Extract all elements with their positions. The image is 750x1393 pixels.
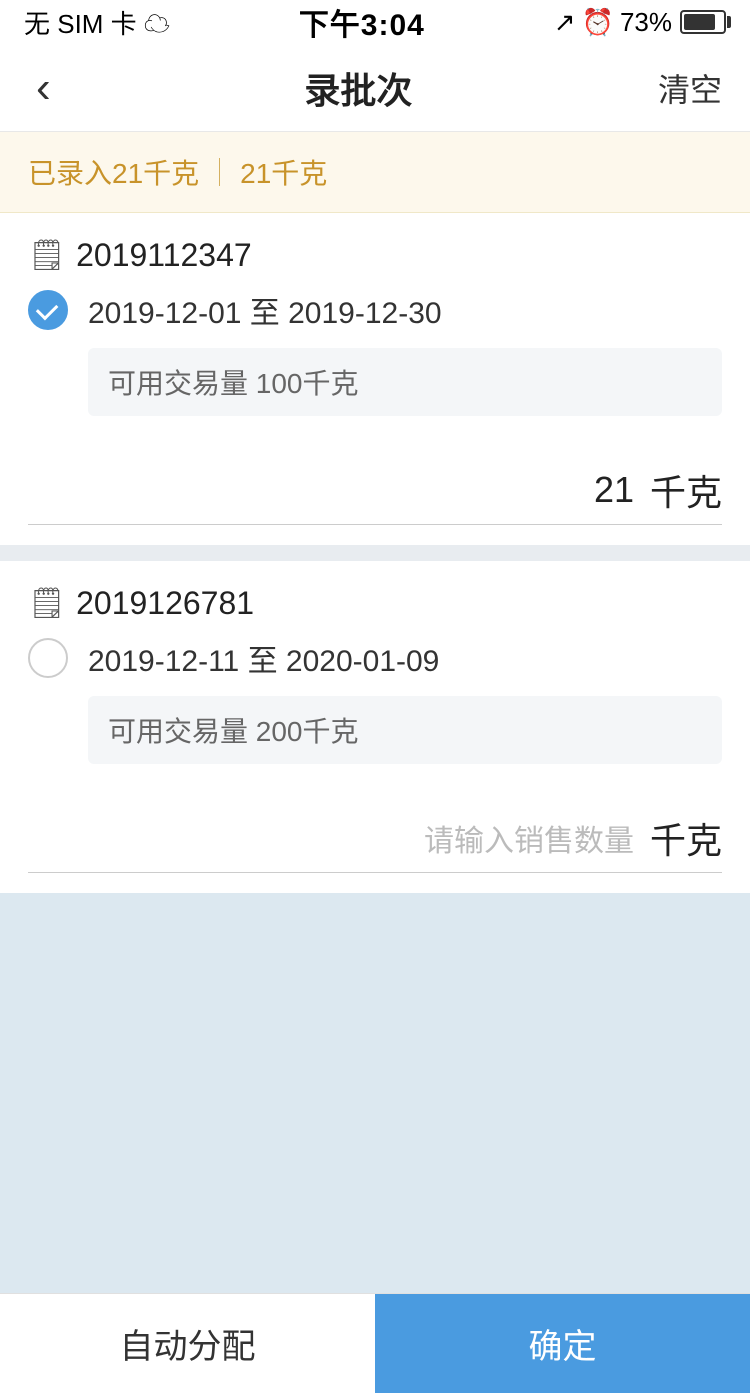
batch-date-1: 2019-12-01 至 2019-12-30 (88, 288, 442, 332)
status-bar: 无 SIM 卡 ☁ 下午3:04 ↗ ⏰ 73% (0, 0, 750, 44)
batch-id-1: 2019112347 (76, 237, 252, 274)
input-unit-2: 千克 (650, 812, 722, 864)
batch-radio-1[interactable] (28, 290, 68, 330)
summary-value: 21千克 (240, 152, 327, 192)
status-right: ↗ ⏰ 73% (554, 7, 726, 38)
section-divider (0, 545, 750, 561)
batch-id-row-2: 🗒 2019126781 (28, 585, 722, 622)
batch-available-1: 可用交易量 100千克 (88, 348, 722, 416)
input-placeholder-2[interactable]: 请输入销售数量 (424, 816, 634, 860)
batch-item-1: 🗒 2019112347 2019-12-01 至 2019-12-30 可用交… (0, 213, 750, 545)
batch-id-2: 2019126781 (76, 585, 254, 622)
empty-area (0, 893, 750, 1293)
battery-percent: 73% (620, 7, 672, 38)
batch-date-row-1[interactable]: 2019-12-01 至 2019-12-30 (28, 288, 722, 332)
status-time: 下午3:04 (299, 0, 425, 44)
nav-bar: ‹ 录批次 清空 (0, 44, 750, 132)
input-underline-2 (28, 872, 722, 873)
batch-item-2-inner: 🗒 2019126781 2019-12-11 至 2020-01-09 可用交… (0, 561, 750, 788)
battery-fill (684, 14, 715, 30)
batch-id-row-1: 🗒 2019112347 (28, 237, 722, 274)
batch-date-row-2[interactable]: 2019-12-11 至 2020-01-09 (28, 636, 722, 680)
summary-divider (219, 158, 220, 186)
quantity-row-1: 21 千克 (0, 440, 750, 524)
confirm-button[interactable]: 确定 (375, 1294, 750, 1393)
back-button[interactable]: ‹ (28, 55, 59, 121)
page-wrapper: 无 SIM 卡 ☁ 下午3:04 ↗ ⏰ 73% ‹ 录批次 清空 已录入21千… (0, 0, 750, 1393)
battery-icon (680, 10, 726, 34)
summary-label: 已录入21千克 (28, 152, 199, 192)
quantity-value-1[interactable]: 21 (594, 469, 634, 511)
batch-doc-icon-2: 🗒 (28, 586, 66, 621)
content-area: 🗒 2019112347 2019-12-01 至 2019-12-30 可用交… (0, 213, 750, 1293)
page-title: 录批次 (304, 62, 412, 114)
sim-status: 无 SIM 卡 ☁ (24, 4, 170, 41)
batch-item-2: 🗒 2019126781 2019-12-11 至 2020-01-09 可用交… (0, 561, 750, 893)
auto-distribute-button[interactable]: 自动分配 (0, 1294, 375, 1393)
status-left: 无 SIM 卡 ☁ (24, 4, 170, 41)
summary-bar: 已录入21千克 21千克 (0, 132, 750, 213)
batch-date-2: 2019-12-11 至 2020-01-09 (88, 636, 439, 680)
location-icon: ↗ (554, 7, 576, 38)
batch-available-2: 可用交易量 200千克 (88, 696, 722, 764)
batch-radio-2[interactable] (28, 638, 68, 678)
input-row-2: 请输入销售数量 千克 (0, 788, 750, 872)
bottom-bar: 自动分配 确定 (0, 1293, 750, 1393)
clear-button[interactable]: 清空 (658, 65, 722, 111)
batch-item-1-inner: 🗒 2019112347 2019-12-01 至 2019-12-30 可用交… (0, 213, 750, 440)
alarm-icon: ⏰ (582, 7, 614, 38)
quantity-underline-1 (28, 524, 722, 525)
quantity-unit-1: 千克 (650, 464, 722, 516)
batch-doc-icon-1: 🗒 (28, 238, 66, 273)
